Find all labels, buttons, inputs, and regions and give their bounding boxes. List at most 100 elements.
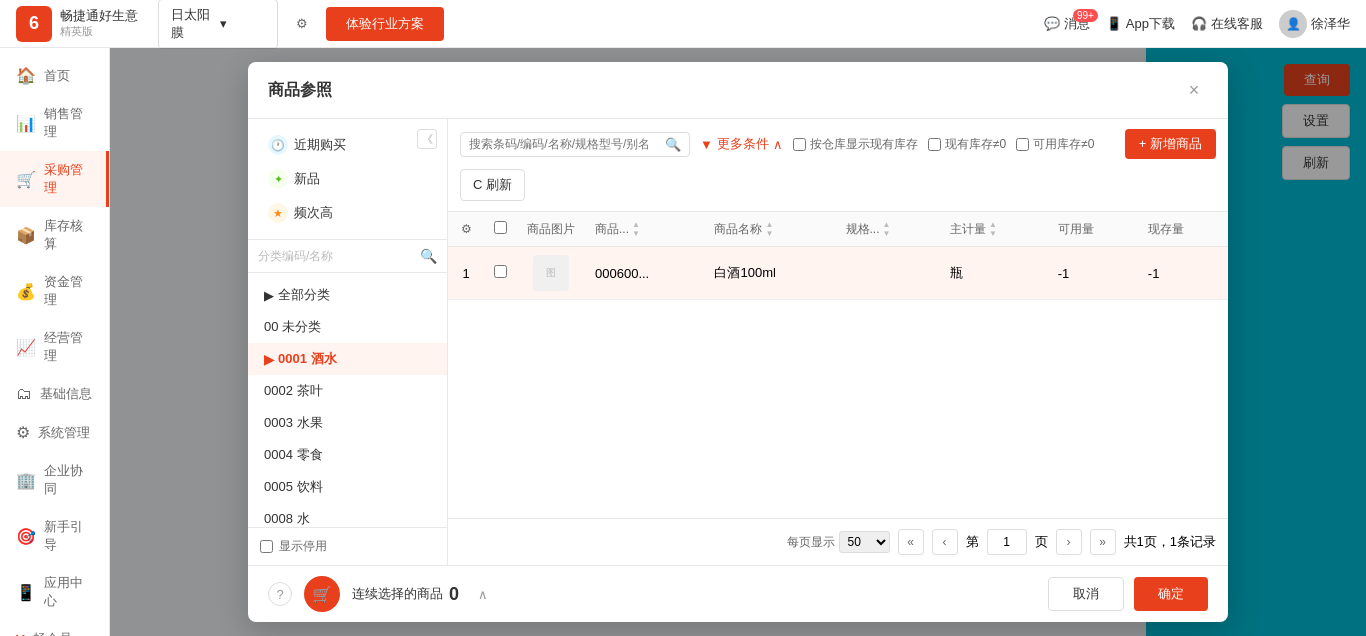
page-number-input[interactable] [987, 529, 1027, 555]
prev-page-button[interactable]: ‹ [932, 529, 958, 555]
quick-item-freq[interactable]: ★ 频次高 [258, 197, 411, 229]
page-size-select: 每页显示 50 10 20 100 [787, 531, 890, 553]
filter-label: 更多条件 [717, 135, 769, 153]
sidebar-label-purchase: 采购管理 [44, 161, 90, 197]
row-spec [836, 247, 941, 300]
nav-online-service[interactable]: 🎧 在线客服 [1191, 15, 1263, 33]
category-search-icon[interactable]: 🔍 [420, 248, 437, 264]
sidebar-item-enterprise[interactable]: 🏢 企业协同 [0, 452, 109, 508]
next-page-button[interactable]: › [1056, 529, 1082, 555]
cat-0003[interactable]: 0003 水果 [248, 407, 447, 439]
nav-app-download[interactable]: 📱 App下载 [1106, 15, 1175, 33]
page-size-label: 每页显示 [787, 534, 835, 551]
sidebar-item-inventory[interactable]: 📦 库存核算 [0, 207, 109, 263]
modal-overlay: 商品参照 × 🕐 近期购买 [110, 48, 1366, 636]
cat-0005[interactable]: 0005 饮料 [248, 471, 447, 503]
th-name-sort[interactable]: 商品名称 ▲▼ [714, 220, 825, 238]
main-content: 查询 设置 刷新 商品参照 × [110, 48, 1366, 636]
sidebar-item-guide[interactable]: 🎯 新手引导 [0, 508, 109, 564]
cancel-button[interactable]: 取消 [1048, 577, 1124, 611]
sidebar-item-sales[interactable]: 📊 销售管理 [0, 95, 109, 151]
sidebar: 🏠 首页 📊 销售管理 🛒 采购管理 📦 库存核算 💰 资金管理 📈 经营管理 … [0, 48, 110, 636]
sidebar-item-home[interactable]: 🏠 首页 [0, 56, 109, 95]
sidebar-item-basic[interactable]: 🗂 基础信息 [0, 375, 109, 413]
th-code-sort[interactable]: 商品... ▲▼ [595, 220, 694, 238]
total-info: 共1页，1条记录 [1124, 533, 1216, 551]
sidebar-item-system[interactable]: ⚙ 系统管理 [0, 413, 109, 452]
avatar: 👤 [1279, 10, 1307, 38]
page-size-dropdown[interactable]: 50 10 20 100 [839, 531, 890, 553]
help-icon[interactable]: ? [268, 582, 292, 606]
cat-0002[interactable]: 0002 茶叶 [248, 375, 447, 407]
product-available: -1 [1058, 266, 1070, 281]
category-search-box: 🔍 [248, 240, 447, 273]
th-spec-sort[interactable]: 规格... ▲▼ [846, 220, 931, 238]
cat-0001-label: 0001 酒水 [278, 350, 337, 368]
product-search-icon[interactable]: 🔍 [665, 137, 681, 152]
add-product-button[interactable]: + 新增商品 [1125, 129, 1216, 159]
show-disabled-area: 显示停用 [248, 527, 447, 565]
cat-all[interactable]: ▶ 全部分类 [248, 279, 447, 311]
settings-icon[interactable]: ⚙ [286, 8, 318, 40]
logo-icon: 6 [16, 6, 52, 42]
current-stock-checkbox[interactable] [928, 138, 941, 151]
th-spec-label: 规格... [846, 221, 880, 238]
refresh-button[interactable]: C 刷新 [460, 169, 525, 201]
cat-0001[interactable]: ▶ 0001 酒水 [248, 343, 447, 375]
nav-user[interactable]: 👤 徐泽华 [1279, 10, 1350, 38]
cat-0004[interactable]: 0004 零食 [248, 439, 447, 471]
row-checkbox[interactable] [494, 265, 507, 278]
quick-item-new[interactable]: ✦ 新品 [258, 163, 411, 195]
product-search-input[interactable] [469, 137, 659, 151]
table-row[interactable]: 1 图 000 [448, 247, 1228, 300]
cat-0001-arrow: ▶ [264, 352, 274, 367]
show-disabled-checkbox[interactable] [260, 540, 273, 553]
sidebar-item-purchase[interactable]: 🛒 采购管理 [0, 151, 109, 207]
select-all-checkbox[interactable] [494, 221, 507, 234]
cat-0008[interactable]: 0008 水 [248, 503, 447, 527]
last-page-button[interactable]: » [1090, 529, 1116, 555]
message-icon: 💬 [1044, 16, 1060, 31]
th-unit-sort[interactable]: 主计量 ▲▼ [950, 220, 1038, 238]
confirm-button[interactable]: 确定 [1134, 577, 1208, 611]
warehouse-stock-checkbox[interactable] [793, 138, 806, 151]
cat-all-label: 全部分类 [278, 286, 330, 304]
th-stock-label: 现存量 [1148, 222, 1184, 236]
main-layout: 🏠 首页 📊 销售管理 🛒 采购管理 📦 库存核算 💰 资金管理 📈 经营管理 … [0, 48, 1366, 636]
sidebar-item-member[interactable]: V 畅会员 [0, 620, 109, 636]
sidebar-item-business[interactable]: 📈 经营管理 [0, 319, 109, 375]
recent-icon: 🕐 [268, 135, 288, 155]
quick-item-recent[interactable]: 🕐 近期购买 [258, 129, 411, 161]
first-page-button[interactable]: « [898, 529, 924, 555]
nav-dropdown[interactable]: 日太阳膜 ▾ [158, 0, 278, 49]
logo: 6 畅捷通好生意 精英版 [16, 6, 138, 42]
sidebar-item-finance[interactable]: 💰 资金管理 [0, 263, 109, 319]
sidebar-label-system: 系统管理 [38, 424, 90, 442]
trial-button[interactable]: 体验行业方案 [326, 7, 444, 41]
sales-icon: 📊 [16, 114, 36, 133]
cart-button[interactable]: 🛒 [304, 576, 340, 612]
available-stock-checkbox[interactable] [1016, 138, 1029, 151]
sidebar-item-apps[interactable]: 📱 应用中心 [0, 564, 109, 620]
filter-button[interactable]: ▼ 更多条件 ∧ [700, 135, 783, 153]
cat-0002-label: 0002 茶叶 [264, 382, 323, 400]
collapse-footer-button[interactable]: ∧ [471, 582, 495, 606]
system-icon: ⚙ [16, 423, 30, 442]
sidebar-label-finance: 资金管理 [44, 273, 93, 309]
quick-actions: 🕐 近期购买 ✦ 新品 ★ 频次高 [248, 119, 447, 240]
table-settings-icon[interactable]: ⚙ [461, 222, 472, 236]
guide-icon: 🎯 [16, 527, 36, 546]
warehouse-stock-checkbox-label[interactable]: 按仓库显示现有库存 [793, 136, 918, 153]
nav-message[interactable]: 💬 消息 99+ [1044, 15, 1090, 33]
message-badge: 99+ [1073, 9, 1098, 22]
collapse-left-button[interactable]: 《 [417, 129, 437, 149]
cat-00[interactable]: 00 未分类 [248, 311, 447, 343]
quick-recent-label: 近期购买 [294, 136, 346, 154]
row-stock: -1 [1138, 247, 1228, 300]
current-stock-checkbox-label[interactable]: 现有库存≠0 [928, 136, 1006, 153]
modal-close-button[interactable]: × [1180, 76, 1208, 104]
th-image-label: 商品图片 [527, 222, 575, 236]
th-check [484, 212, 517, 247]
category-search-input[interactable] [258, 249, 414, 263]
available-stock-checkbox-label[interactable]: 可用库存≠0 [1016, 136, 1094, 153]
